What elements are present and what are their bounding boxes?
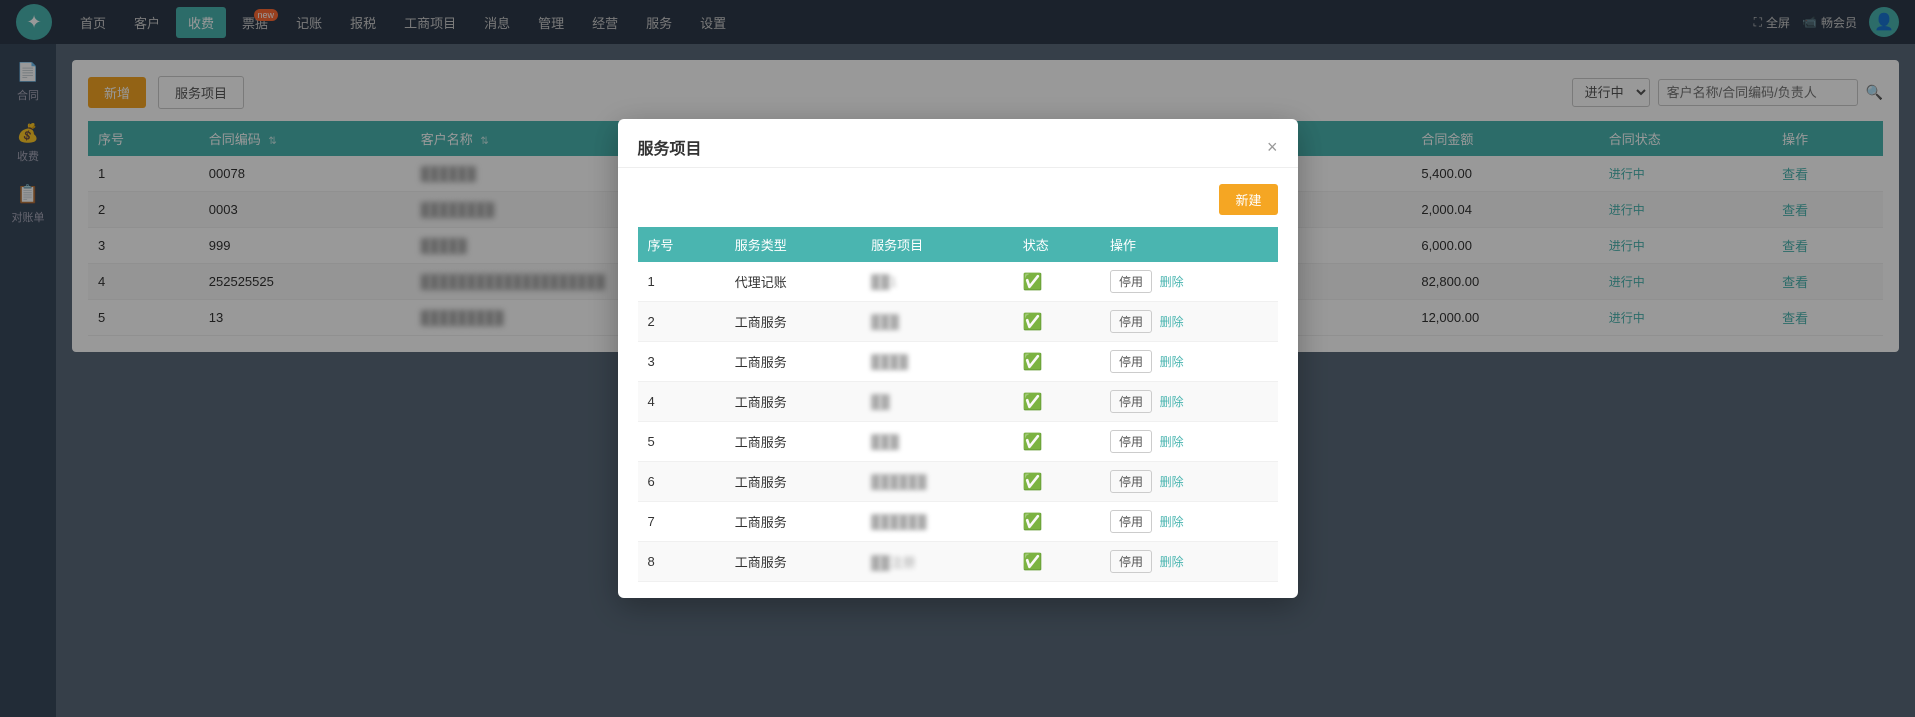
status-check-icon: ✅	[1023, 394, 1043, 411]
modal-cell-type: 代理记账	[725, 262, 861, 302]
modal-cell-action[interactable]: 停用 删除	[1100, 422, 1278, 462]
modal-cell-seq: 5	[638, 422, 725, 462]
delete-button[interactable]: 删除	[1160, 553, 1184, 570]
modal-col-seq: 序号	[638, 227, 725, 262]
modal-cell-seq: 2	[638, 302, 725, 342]
modal-toolbar: 新建	[638, 184, 1278, 215]
delete-button[interactable]: 删除	[1160, 273, 1184, 290]
modal-cell-status: ✅	[1013, 302, 1100, 342]
modal-overlay[interactable]: 服务项目 × 新建 序号 服务类型 服务项目 状态 操作	[0, 0, 1915, 717]
modal-cell-action[interactable]: 停用 删除	[1100, 542, 1278, 582]
modal-cell-item: ██注册	[861, 542, 1013, 582]
delete-button[interactable]: 删除	[1160, 473, 1184, 490]
stop-button[interactable]: 停用	[1110, 390, 1152, 413]
modal-cell-seq: 8	[638, 542, 725, 582]
modal-table-wrap[interactable]: 序号 服务类型 服务项目 状态 操作 1 代理记账 ██1 ✅ 停用 删除 2	[638, 227, 1278, 582]
modal-cell-item: ███	[861, 422, 1013, 462]
status-check-icon: ✅	[1023, 434, 1043, 451]
modal-cell-seq: 7	[638, 502, 725, 542]
stop-button[interactable]: 停用	[1110, 270, 1152, 293]
modal-cell-type: 工商服务	[725, 382, 861, 422]
modal-cell-item: ██████	[861, 502, 1013, 542]
stop-button[interactable]: 停用	[1110, 350, 1152, 373]
modal-cell-item: ██████	[861, 462, 1013, 502]
modal-cell-status: ✅	[1013, 462, 1100, 502]
modal-table-row: 6 工商服务 ██████ ✅ 停用 删除	[638, 462, 1278, 502]
modal-cell-item: ██1	[861, 262, 1013, 302]
modal-header: 服务项目 ×	[618, 119, 1298, 168]
stop-button[interactable]: 停用	[1110, 430, 1152, 453]
modal-cell-item: ████	[861, 342, 1013, 382]
modal-cell-status: ✅	[1013, 342, 1100, 382]
modal-table-row: 5 工商服务 ███ ✅ 停用 删除	[638, 422, 1278, 462]
modal-cell-type: 工商服务	[725, 462, 861, 502]
stop-button[interactable]: 停用	[1110, 550, 1152, 573]
modal-cell-seq: 1	[638, 262, 725, 302]
status-check-icon: ✅	[1023, 314, 1043, 331]
modal-cell-item: ██	[861, 382, 1013, 422]
modal-cell-item: ███	[861, 302, 1013, 342]
modal-cell-type: 工商服务	[725, 542, 861, 582]
modal-body: 新建 序号 服务类型 服务项目 状态 操作	[618, 168, 1298, 598]
modal-col-item: 服务项目	[861, 227, 1013, 262]
modal-cell-action[interactable]: 停用 删除	[1100, 262, 1278, 302]
modal-table-row: 2 工商服务 ███ ✅ 停用 删除	[638, 302, 1278, 342]
modal-table-row: 7 工商服务 ██████ ✅ 停用 删除	[638, 502, 1278, 542]
modal-cell-status: ✅	[1013, 422, 1100, 462]
delete-button[interactable]: 删除	[1160, 513, 1184, 530]
modal-cell-type: 工商服务	[725, 422, 861, 462]
modal-title: 服务项目	[638, 135, 702, 159]
modal-cell-status: ✅	[1013, 542, 1100, 582]
modal-cell-seq: 4	[638, 382, 725, 422]
modal-table-row: 1 代理记账 ██1 ✅ 停用 删除	[638, 262, 1278, 302]
modal-col-action: 操作	[1100, 227, 1278, 262]
modal-table-row: 8 工商服务 ██注册 ✅ 停用 删除	[638, 542, 1278, 582]
modal-cell-action[interactable]: 停用 删除	[1100, 462, 1278, 502]
modal-close-button[interactable]: ×	[1267, 138, 1278, 156]
modal-cell-action[interactable]: 停用 删除	[1100, 302, 1278, 342]
modal-cell-action[interactable]: 停用 删除	[1100, 342, 1278, 382]
modal-cell-status: ✅	[1013, 262, 1100, 302]
modal-cell-status: ✅	[1013, 382, 1100, 422]
modal-cell-action[interactable]: 停用 删除	[1100, 502, 1278, 542]
modal-cell-seq: 6	[638, 462, 725, 502]
status-check-icon: ✅	[1023, 274, 1043, 291]
modal-cell-type: 工商服务	[725, 302, 861, 342]
delete-button[interactable]: 删除	[1160, 353, 1184, 370]
modal-cell-seq: 3	[638, 342, 725, 382]
status-check-icon: ✅	[1023, 554, 1043, 571]
status-check-icon: ✅	[1023, 474, 1043, 491]
delete-button[interactable]: 删除	[1160, 393, 1184, 410]
modal-cell-action[interactable]: 停用 删除	[1100, 382, 1278, 422]
stop-button[interactable]: 停用	[1110, 510, 1152, 533]
service-items-modal: 服务项目 × 新建 序号 服务类型 服务项目 状态 操作	[618, 119, 1298, 598]
delete-button[interactable]: 删除	[1160, 433, 1184, 450]
modal-table-row: 4 工商服务 ██ ✅ 停用 删除	[638, 382, 1278, 422]
modal-service-table: 序号 服务类型 服务项目 状态 操作 1 代理记账 ██1 ✅ 停用 删除 2	[638, 227, 1278, 582]
delete-button[interactable]: 删除	[1160, 313, 1184, 330]
modal-cell-type: 工商服务	[725, 342, 861, 382]
modal-new-button[interactable]: 新建	[1219, 184, 1277, 215]
stop-button[interactable]: 停用	[1110, 470, 1152, 493]
stop-button[interactable]: 停用	[1110, 310, 1152, 333]
status-check-icon: ✅	[1023, 514, 1043, 531]
modal-cell-status: ✅	[1013, 502, 1100, 542]
modal-col-type: 服务类型	[725, 227, 861, 262]
modal-table-row: 3 工商服务 ████ ✅ 停用 删除	[638, 342, 1278, 382]
status-check-icon: ✅	[1023, 354, 1043, 371]
modal-col-status: 状态	[1013, 227, 1100, 262]
modal-cell-type: 工商服务	[725, 502, 861, 542]
